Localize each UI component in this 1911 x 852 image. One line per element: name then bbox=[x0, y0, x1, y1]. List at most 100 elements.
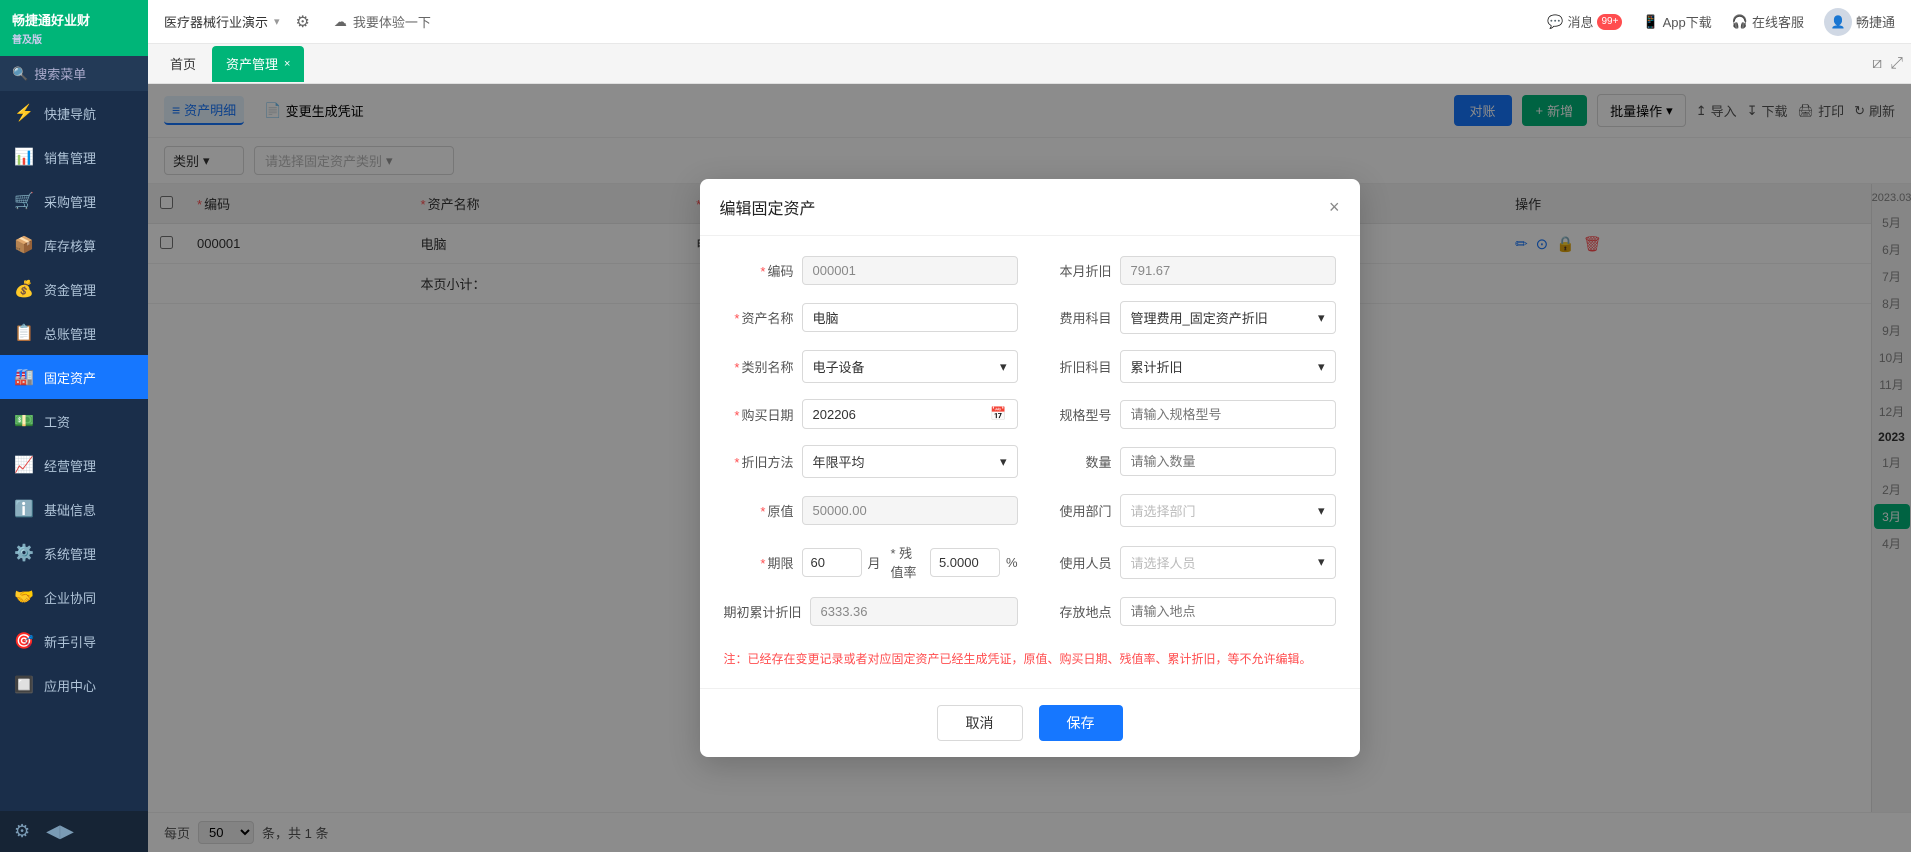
settings-gear-icon[interactable]: ⚙ bbox=[296, 12, 310, 32]
sidebar-item-operations[interactable]: 📈 经营管理 bbox=[0, 443, 148, 487]
model-label: 规格型号 bbox=[1042, 405, 1112, 424]
form-row-model: 规格型号 bbox=[1042, 399, 1336, 429]
department-select[interactable]: 请选择部门 ▾ bbox=[1120, 494, 1336, 527]
sidebar-item-fixed-assets[interactable]: 🏭 固定资产 bbox=[0, 355, 148, 399]
dept-chevron-icon: ▾ bbox=[1318, 503, 1325, 519]
initial-dep-input[interactable] bbox=[810, 597, 1018, 626]
form-row-department: 使用部门 请选择部门 ▾ bbox=[1042, 494, 1336, 527]
form-row-category: 类别名称 电子设备 ▾ bbox=[724, 350, 1018, 383]
app-download-label: App下载 bbox=[1663, 12, 1712, 31]
dep-method-select[interactable]: 年限平均 ▾ bbox=[802, 445, 1018, 478]
dep-subject-select[interactable]: 累计折旧 ▾ bbox=[1120, 350, 1336, 383]
user-profile-btn[interactable]: 👤 畅捷通 bbox=[1824, 8, 1895, 36]
company-selector[interactable]: 医疗器械行业演示 ▾ bbox=[164, 12, 280, 31]
modal-footer: 取消 保存 bbox=[700, 688, 1360, 757]
wages-icon: 💵 bbox=[14, 411, 34, 431]
user-name: 畅捷通 bbox=[1856, 12, 1895, 31]
sidebar-item-capital[interactable]: 💰 资金管理 bbox=[0, 267, 148, 311]
category-label: 类别名称 bbox=[724, 357, 794, 376]
sidebar-item-label: 快捷导航 bbox=[44, 104, 96, 123]
form-row-initial-dep: 期初累计折旧 bbox=[724, 597, 1018, 626]
search-menu-label: 搜索菜单 bbox=[34, 64, 86, 83]
modal-note: 注：已经存在变更记录或者对应固定资产已经生成凭证，原值、购买日期、残值率、累计折… bbox=[724, 650, 1336, 668]
original-value-input[interactable] bbox=[802, 496, 1018, 525]
sidebar-item-purchase[interactable]: 🛒 采购管理 bbox=[0, 179, 148, 223]
sidebar-item-ledger[interactable]: 📋 总账管理 bbox=[0, 311, 148, 355]
expense-subject-select[interactable]: 管理费用_固定资产折旧 ▾ bbox=[1120, 301, 1336, 334]
sidebar-item-quick-nav[interactable]: ⚡ 快捷导航 bbox=[0, 91, 148, 135]
tab-active-label: 资产管理 bbox=[226, 54, 278, 73]
residual-rate-input[interactable] bbox=[930, 548, 1000, 577]
dep-method-value: 年限平均 bbox=[813, 452, 865, 471]
customer-service-btn[interactable]: 🎧 在线客服 bbox=[1732, 12, 1804, 31]
save-button[interactable]: 保存 bbox=[1039, 705, 1123, 741]
sidebar-item-label: 基础信息 bbox=[44, 500, 96, 519]
dep-method-label: 折旧方法 bbox=[724, 452, 794, 471]
experience-btn[interactable]: ☁ 我要体验一下 bbox=[334, 12, 431, 31]
code-input[interactable] bbox=[802, 256, 1018, 285]
form-row-code: 编码 bbox=[724, 256, 1018, 285]
user-select[interactable]: 请选择人员 ▾ bbox=[1120, 546, 1336, 579]
modal-close-icon[interactable]: × bbox=[1329, 197, 1340, 218]
purchase-date-label: 购买日期 bbox=[724, 405, 794, 424]
category-select[interactable]: 电子设备 ▾ bbox=[802, 350, 1018, 383]
sidebar-item-system[interactable]: ⚙️ 系统管理 bbox=[0, 531, 148, 575]
app-download-btn[interactable]: 📱 App下载 bbox=[1642, 12, 1711, 31]
sidebar-item-label: 经营管理 bbox=[44, 456, 96, 475]
purchase-date-input[interactable]: 202206 📅 bbox=[802, 399, 1018, 429]
dep-subject-value: 累计折旧 bbox=[1131, 357, 1183, 376]
sidebar-item-app-center[interactable]: 🔲 应用中心 bbox=[0, 663, 148, 707]
monthly-dep-label: 本月折旧 bbox=[1042, 261, 1112, 280]
sidebar-item-label: 库存核算 bbox=[44, 236, 96, 255]
department-placeholder: 请选择部门 bbox=[1131, 501, 1196, 520]
sidebar-item-basic-info[interactable]: ℹ️ 基础信息 bbox=[0, 487, 148, 531]
user-chevron-icon: ▾ bbox=[1318, 554, 1325, 570]
model-input[interactable] bbox=[1120, 400, 1336, 429]
app-name: 畅捷通好业财 bbox=[12, 10, 90, 29]
form-row-name: 资产名称 bbox=[724, 301, 1018, 334]
settings-icon[interactable]: ⚙ bbox=[14, 821, 30, 842]
monthly-dep-input[interactable] bbox=[1120, 256, 1336, 285]
period-input[interactable] bbox=[802, 548, 862, 577]
residual-rate-label: * 残值率 bbox=[891, 543, 920, 581]
sidebar-nav: ⚡ 快捷导航 📊 销售管理 🛒 采购管理 📦 库存核算 💰 资金管理 📋 总账管… bbox=[0, 91, 148, 811]
name-input[interactable] bbox=[802, 303, 1018, 332]
sidebar-item-enterprise[interactable]: 🤝 企业协同 bbox=[0, 575, 148, 619]
dep-subject-chevron-icon: ▾ bbox=[1318, 359, 1325, 375]
newbie-icon: 🎯 bbox=[14, 631, 34, 651]
collapse-icon[interactable]: ◀▶ bbox=[46, 821, 74, 842]
location-label: 存放地点 bbox=[1042, 602, 1112, 621]
location-input[interactable] bbox=[1120, 597, 1336, 626]
sidebar-item-label: 固定资产 bbox=[44, 368, 96, 387]
messages-badge: 99+ bbox=[1597, 14, 1622, 30]
form-row-expense-subject: 费用科目 管理费用_固定资产折旧 ▾ bbox=[1042, 301, 1336, 334]
sidebar-item-label: 应用中心 bbox=[44, 676, 96, 695]
search-menu[interactable]: 🔍 搜索菜单 bbox=[0, 56, 148, 91]
tab-expand-icon[interactable]: ⤢ bbox=[1890, 55, 1903, 73]
sidebar-item-inventory[interactable]: 📦 库存核算 bbox=[0, 223, 148, 267]
sidebar-item-sales[interactable]: 📊 销售管理 bbox=[0, 135, 148, 179]
form-row-dep-method: 折旧方法 年限平均 ▾ bbox=[724, 445, 1018, 478]
calendar-icon: 📅 bbox=[990, 406, 1006, 422]
tab-close-icon[interactable]: × bbox=[284, 58, 290, 70]
capital-icon: 💰 bbox=[14, 279, 34, 299]
form-row-quantity: 数量 bbox=[1042, 445, 1336, 478]
sales-icon: 📊 bbox=[14, 147, 34, 167]
cancel-button[interactable]: 取消 bbox=[937, 705, 1023, 741]
ledger-icon: 📋 bbox=[14, 323, 34, 343]
download-icon: 📱 bbox=[1642, 14, 1658, 30]
inventory-icon: 📦 bbox=[14, 235, 34, 255]
message-icon: 💬 bbox=[1547, 14, 1563, 30]
avatar: 👤 bbox=[1824, 8, 1852, 36]
cloud-icon: ☁ bbox=[334, 14, 347, 30]
quantity-input[interactable] bbox=[1120, 447, 1336, 476]
sidebar-bottom: ⚙ ◀▶ bbox=[0, 811, 148, 852]
messages-btn[interactable]: 💬 消息 99+ bbox=[1547, 12, 1622, 31]
customer-service-label: 在线客服 bbox=[1752, 12, 1804, 31]
tab-home[interactable]: 首页 bbox=[156, 46, 210, 82]
period-unit: 月 bbox=[868, 553, 881, 572]
sidebar-item-wages[interactable]: 💵 工资 bbox=[0, 399, 148, 443]
tab-minimize-icon[interactable]: ⧄ bbox=[1872, 55, 1882, 73]
tab-asset-management[interactable]: 资产管理 × bbox=[212, 46, 304, 82]
sidebar-item-newbie[interactable]: 🎯 新手引导 bbox=[0, 619, 148, 663]
